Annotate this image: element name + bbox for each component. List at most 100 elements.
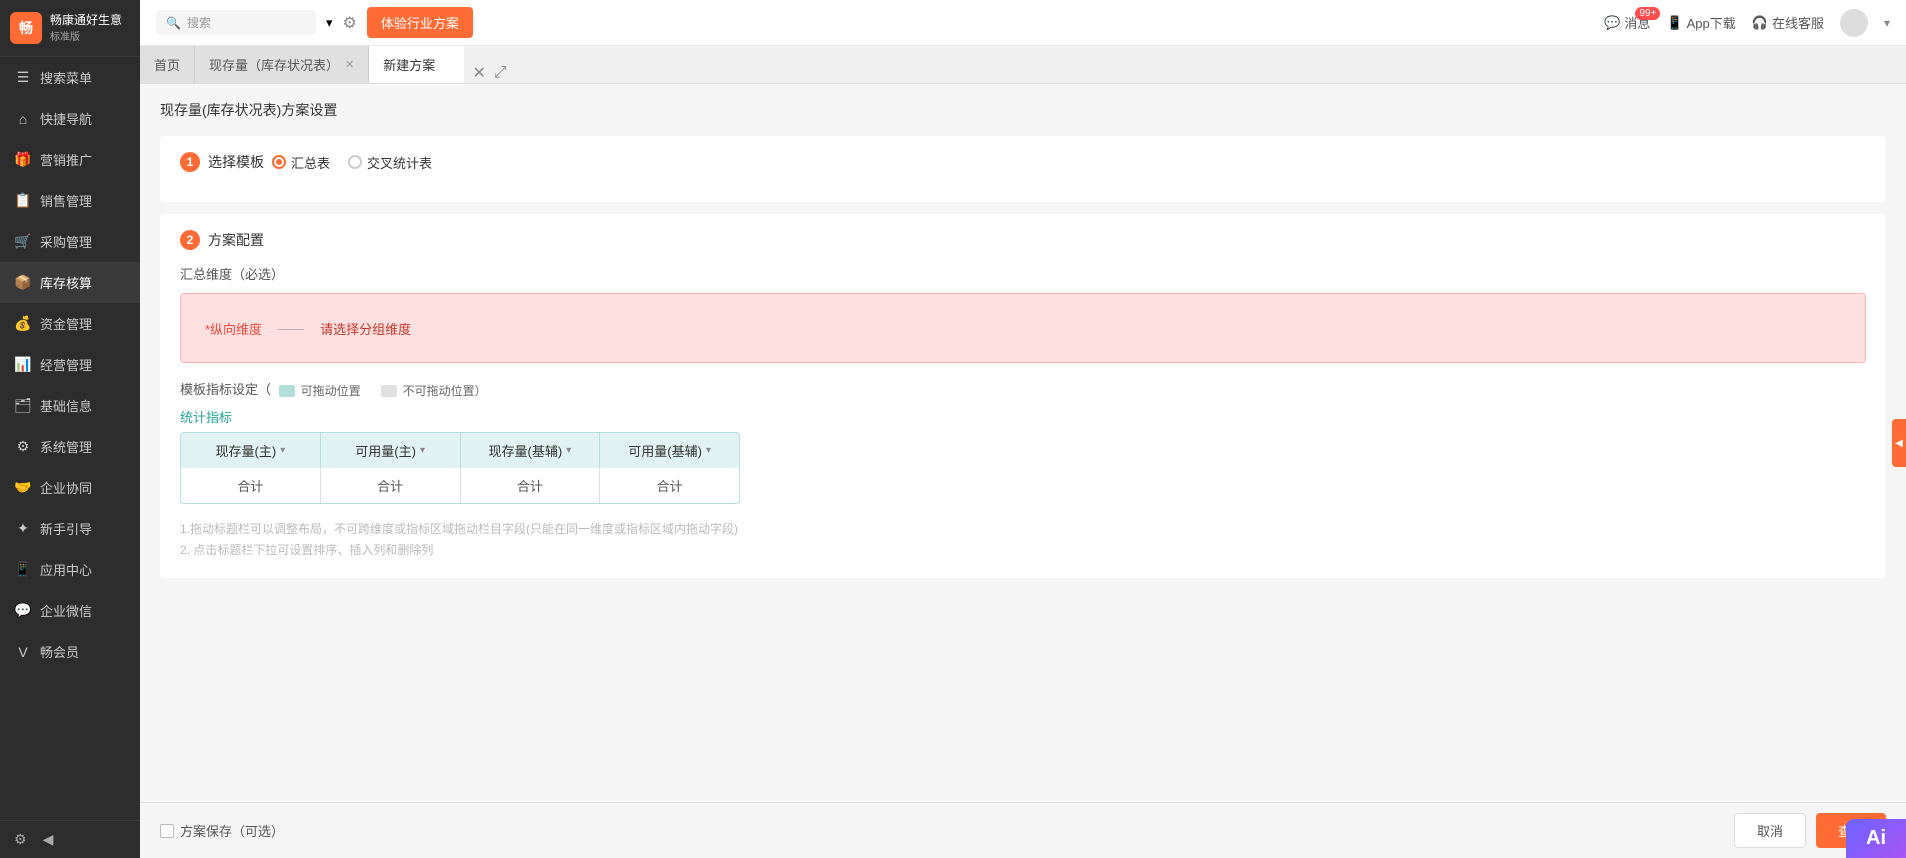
movable-label: 可拖动位置: [301, 382, 361, 399]
sidebar-item-search-menu[interactable]: ☰ 搜索菜单: [0, 57, 140, 98]
sidebar-item-label: 企业协同: [40, 478, 92, 497]
step2-label: 方案配置: [208, 230, 264, 250]
tab-inventory-status[interactable]: 现存量（库存状况表） ✕: [195, 46, 369, 83]
stats-col-0[interactable]: 现存量(主) ▾: [181, 433, 321, 468]
stats-col-3-label: 可用量(基辅): [628, 441, 702, 460]
sidebar-item-label: 畅会员: [40, 642, 79, 661]
dimension-area[interactable]: *纵向维度 —— 请选择分组维度: [180, 293, 1866, 363]
tab-home[interactable]: 首页: [140, 46, 195, 83]
radio-summary-label: 汇总表: [291, 153, 330, 172]
sidebar-item-label: 基础信息: [40, 396, 92, 415]
footer-settings-icon[interactable]: ⚙: [14, 831, 27, 848]
search-menu-icon: ☰: [14, 69, 32, 87]
handshake-icon: 🤝: [14, 479, 32, 497]
ai-badge[interactable]: Ai: [1846, 819, 1906, 858]
template-radio-group: 汇总表 交叉统计表: [272, 153, 432, 172]
stats-col-2[interactable]: 现存量(基辅) ▾: [461, 433, 601, 468]
sidebar-item-label: 销售管理: [40, 191, 92, 210]
tab-inventory-label: 现存量（库存状况表）: [209, 55, 339, 74]
search-box[interactable]: 🔍 搜索: [156, 10, 316, 35]
window-expand-icon[interactable]: ⤢: [494, 64, 507, 82]
save-label: 方案保存（可选）: [180, 821, 284, 840]
sidebar-item-label: 应用中心: [40, 560, 92, 579]
stats-col-0-label: 现存量(主): [216, 441, 277, 460]
sidebar-item-purchase[interactable]: 🛒 采购管理: [0, 221, 140, 262]
dimension-required-text: *纵向维度: [205, 319, 262, 338]
user-avatar[interactable]: [1840, 9, 1868, 37]
window-close-icon[interactable]: ✕: [472, 63, 485, 83]
step1-num: 1: [180, 152, 200, 172]
sidebar-item-finance[interactable]: 💰 资金管理: [0, 303, 140, 344]
fixed-label: 不可拖动位置）: [403, 382, 487, 399]
right-panel-handle[interactable]: ◀: [1892, 419, 1906, 467]
sidebar-item-label: 营销推广: [40, 150, 92, 169]
step2-section: 2 方案配置 汇总维度（必选） *纵向维度 —— 请选择分组维度 模板指标设定（: [160, 214, 1886, 578]
sidebar-item-label: 搜索菜单: [40, 68, 92, 87]
topbar: 🔍 搜索 ▾ ⚙ 体验行业方案 💬 消息 99+ 📱 App下载 🎧 在线客服 …: [140, 0, 1906, 46]
indicator-settings-label: 模板指标设定（ 可拖动位置 不可拖动位置）: [180, 379, 1866, 399]
user-dropdown-icon[interactable]: ▾: [1884, 16, 1890, 30]
online-service[interactable]: 🎧 在线客服: [1752, 13, 1824, 32]
step2-header: 2 方案配置: [180, 230, 1866, 250]
sidebar-item-quick-nav[interactable]: ⌂ 快捷导航: [0, 98, 140, 139]
ai-label: Ai: [1866, 827, 1886, 849]
sidebar-item-sales[interactable]: 📋 销售管理: [0, 180, 140, 221]
stats-header-row: 现存量(主) ▾ 可用量(主) ▾ 现存量(基辅) ▾ 可用量(基辅): [181, 433, 739, 468]
footer-sound-icon[interactable]: ◀: [43, 831, 54, 848]
sidebar-item-guide[interactable]: ✦ 新手引导: [0, 508, 140, 549]
sidebar-item-coop[interactable]: 🤝 企业协同: [0, 467, 140, 508]
sidebar-item-label: 企业微信: [40, 601, 92, 620]
sidebar-item-label: 资金管理: [40, 314, 92, 333]
tip-2: 2. 点击标题栏下拉可设置排序、插入列和删除列: [180, 541, 1866, 558]
radio-summary-dot: [272, 155, 286, 169]
save-checkbox-area: 方案保存（可选）: [160, 821, 284, 840]
topbar-dropdown-icon[interactable]: ▾: [326, 15, 333, 31]
sidebar-item-label: 库存核算: [40, 273, 92, 292]
save-checkbox[interactable]: [160, 824, 174, 838]
tab-new-plan[interactable]: 新建方案 ✕: [369, 46, 464, 83]
radio-summary[interactable]: 汇总表: [272, 153, 330, 172]
app-download[interactable]: 📱 App下载: [1666, 13, 1735, 32]
home-icon: ⌂: [14, 110, 32, 128]
dimension-dash: ——: [278, 321, 304, 336]
message-badge[interactable]: 💬 消息 99+: [1604, 13, 1650, 32]
tab-new-close-icon[interactable]: ✕: [441, 58, 450, 71]
sidebar-item-app-center[interactable]: 📱 应用中心: [0, 549, 140, 590]
right-handle-icon: ◀: [1895, 438, 1903, 449]
window-controls: ✕ ⤢: [472, 63, 506, 83]
sidebar-item-label: 新手引导: [40, 519, 92, 538]
gear-icon: ⚙: [14, 438, 32, 456]
radio-cross[interactable]: 交叉统计表: [348, 153, 432, 172]
clipboard-icon: 📋: [14, 192, 32, 210]
topbar-gear-icon[interactable]: ⚙: [343, 13, 357, 33]
brand-name: 畅康通好生意: [50, 13, 122, 29]
sidebar-item-basic-info[interactable]: 🗂 基础信息: [0, 385, 140, 426]
stats-col-1-label: 可用量(主): [355, 441, 416, 460]
radio-cross-dot: [348, 155, 362, 169]
sidebar-item-marketing[interactable]: 🎁 营销推广: [0, 139, 140, 180]
movable-box: [279, 385, 295, 397]
sidebar-item-wechat[interactable]: 💬 企业微信: [0, 590, 140, 631]
stats-section-label: 统计指标: [180, 407, 1866, 426]
stats-col-3[interactable]: 可用量(基辅) ▾: [600, 433, 739, 468]
tip-1: 1.拖动标题栏可以调整布局，不可跨维度或指标区域拖动栏目字段(只能在同一维度或指…: [180, 520, 1866, 537]
bottom-bar: 方案保存（可选） 取消 查询: [140, 802, 1906, 858]
sidebar-item-inventory[interactable]: 📦 库存核算: [0, 262, 140, 303]
sidebar-item-system[interactable]: ⚙ 系统管理: [0, 426, 140, 467]
tips-section: 1.拖动标题栏可以调整布局，不可跨维度或指标区域拖动栏目字段(只能在同一维度或指…: [180, 520, 1866, 558]
cancel-button[interactable]: 取消: [1734, 813, 1806, 848]
online-service-label: 在线客服: [1772, 13, 1824, 32]
trial-button[interactable]: 体验行业方案: [367, 7, 473, 38]
stats-col-2-chevron: ▾: [566, 445, 571, 456]
stats-col-1-chevron: ▾: [420, 445, 425, 456]
step1-header: 1 选择模板 汇总表 交叉统计表: [180, 152, 1866, 172]
sidebar-item-operations[interactable]: 📊 经营管理: [0, 344, 140, 385]
sidebar-item-member[interactable]: V 畅会员: [0, 631, 140, 672]
brand-icon: 畅: [10, 12, 42, 44]
brand-tag: 标准版: [50, 28, 122, 43]
chart-icon: 📊: [14, 356, 32, 374]
stats-col-1[interactable]: 可用量(主) ▾: [321, 433, 461, 468]
tab-inventory-close-icon[interactable]: ✕: [345, 58, 354, 71]
radio-cross-label: 交叉统计表: [367, 153, 432, 172]
stats-cell-2: 合计: [461, 468, 601, 503]
